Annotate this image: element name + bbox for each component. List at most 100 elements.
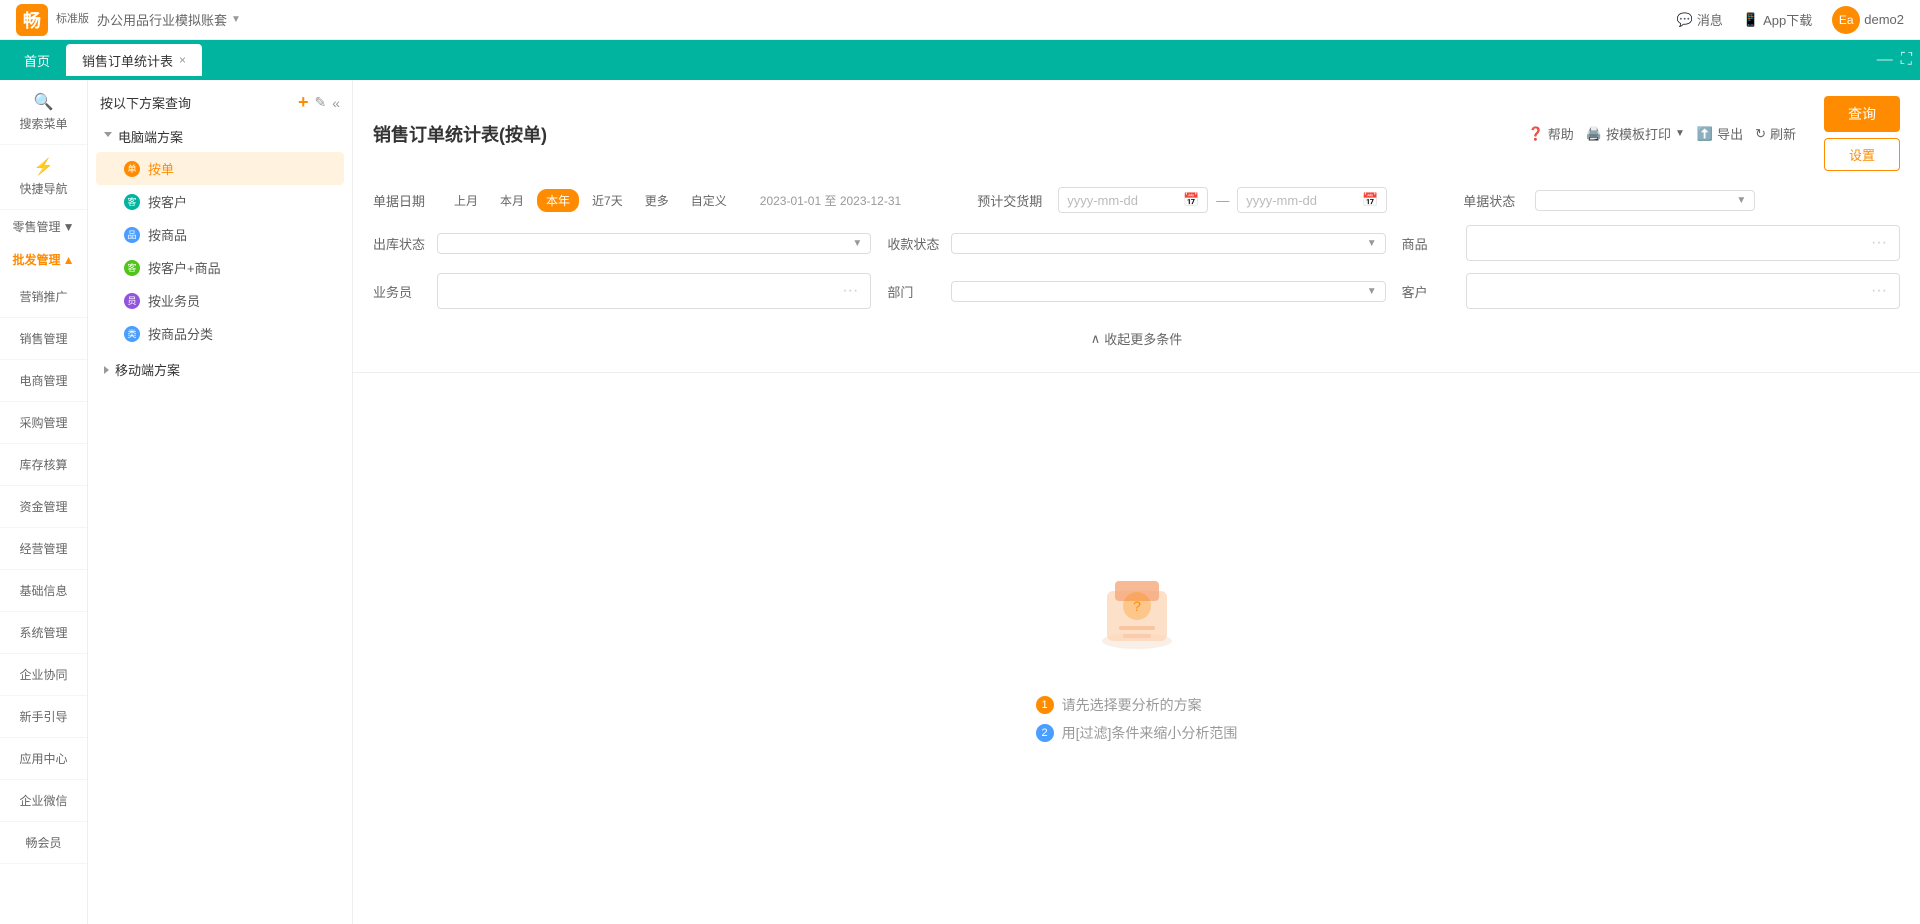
edit-scheme-btn[interactable]: ✎ [314,94,326,111]
search-button[interactable]: 查询 [1824,96,1900,132]
sidebar-item-purchase[interactable]: 采购管理 [0,402,87,444]
window-maximize-icon[interactable]: ⛶ [1901,51,1912,69]
top-bar-left: 畅 标准版 办公用品行业模拟账套 ▼ [16,4,241,36]
scheme-icon-order: 单 [124,161,140,177]
tab-home[interactable]: 首页 [8,44,66,76]
left-panel-header: 按以下方案查询 + ✎ « [88,92,352,121]
sidebar-item-wholesale[interactable]: 批发管理 ▲ [0,243,87,276]
collapse-panel-btn[interactable]: « [332,95,340,111]
date-range-text: 2023-01-01 至 2023-12-31 [760,192,901,209]
scheme-item-by-salesperson[interactable]: 员 按业务员 [96,284,344,317]
sidebar-item-sales[interactable]: 销售管理 [0,318,87,360]
scheme-item-by-customer-product[interactable]: 客 按客户+商品 [96,251,344,284]
outbound-status-select[interactable]: ▼ [437,233,871,254]
avatar: Ea [1832,6,1860,34]
tab-sales-order-stats[interactable]: 销售订单统计表 × [66,44,202,76]
sidebar-item-operations[interactable]: 经营管理 [0,528,87,570]
tab-close-icon[interactable]: × [179,53,186,67]
scheme-list: 电脑端方案 单 按单 客 按客户 品 按商品 [88,121,352,385]
collapse-icon: ∧ [1091,331,1101,347]
search-menu-icon: 🔍 [8,92,79,112]
customer-input-wrapper: ··· [1466,273,1900,309]
sidebar-item-app-center[interactable]: 应用中心 [0,738,87,780]
template-print-btn[interactable]: 🖨️ 按模板打印 ▼ [1586,124,1685,143]
refresh-btn[interactable]: ↻ 刷新 [1755,124,1796,143]
goods-label: 商品 [1402,234,1458,253]
expected-delivery-start[interactable]: yyyy-mm-dd 📅 [1058,187,1208,213]
add-scheme-btn[interactable]: + [298,92,309,113]
user-profile[interactable]: Ea demo2 [1832,6,1904,34]
tab-bar: 首页 销售订单统计表 × — ⛶ [0,40,1920,80]
scheme-item-by-order[interactable]: 单 按单 [96,152,344,185]
scheme-item-by-product[interactable]: 品 按商品 [96,218,344,251]
quick-nav-icon: ⚡ [8,157,79,177]
sidebar-item-wechat[interactable]: 企业微信 [0,780,87,822]
scheme-icon-customer-product: 客 [124,260,140,276]
settings-button[interactable]: 设置 [1824,138,1900,171]
date-btn-last-7-days[interactable]: 近7天 [583,189,632,212]
sidebar-item-system[interactable]: 系统管理 [0,612,87,654]
app-download-btn[interactable]: 📱 App下载 [1743,10,1812,29]
salesperson-more-icon[interactable]: ··· [838,278,862,304]
salesperson-label: 业务员 [373,282,429,301]
date-btn-custom[interactable]: 自定义 [682,189,736,212]
expected-delivery-end[interactable]: yyyy-mm-dd 📅 [1237,187,1387,213]
sidebar-item-quick-nav[interactable]: ⚡ 快捷导航 [0,145,87,210]
export-icon: ⬆️ [1697,126,1713,142]
export-btn[interactable]: ⬆️ 导出 [1697,124,1743,143]
sidebar-item-inventory[interactable]: 库存核算 [0,444,87,486]
date-btn-this-year[interactable]: 本年 [537,189,579,212]
sidebar-item-marketing[interactable]: 营销推广 [0,276,87,318]
date-label: 单据日期 [373,191,429,210]
date-btn-last-month[interactable]: 上月 [445,189,487,212]
window-minimize-icon[interactable]: — [1877,51,1893,69]
message-icon: 💬 [1677,12,1693,28]
sidebar-item-ecommerce[interactable]: 电商管理 [0,360,87,402]
logo-icon: 畅 [16,4,48,36]
filter-col-goods: 商品 ··· [1402,225,1900,261]
goods-input[interactable]: ··· [1466,225,1900,261]
message-btn[interactable]: 💬 消息 [1677,10,1723,29]
payment-status-select[interactable]: ▼ [951,233,1385,254]
app-icon: 📱 [1743,12,1759,28]
sidebar: 🔍 搜索菜单 ⚡ 快捷导航 零售管理 ▼ 批发管理 ▲ 营销推广 销售管理 电商… [0,80,88,924]
scheme-group-desktop-header[interactable]: 电脑端方案 [96,121,344,152]
sidebar-item-finance[interactable]: 资金管理 [0,486,87,528]
refresh-icon: ↻ [1755,126,1766,142]
date-btn-more[interactable]: 更多 [636,189,678,212]
expected-delivery-label: 预计交货期 [977,191,1042,210]
scheme-item-by-category[interactable]: 类 按商品分类 [96,317,344,350]
filter-bar: 销售订单统计表(按单) ❓ 帮助 🖨️ 按模板打印 ▼ ⬆️ [353,80,1920,373]
company-selector[interactable]: 办公用品行业模拟账套 ▼ [97,10,241,29]
sidebar-item-enterprise[interactable]: 企业协同 [0,654,87,696]
print-dropdown-icon: ▼ [1675,128,1685,139]
scheme-icon-salesperson: 员 [124,293,140,309]
payment-dropdown-icon: ▼ [1367,238,1377,249]
scheme-item-by-customer[interactable]: 客 按客户 [96,185,344,218]
goods-more-icon[interactable]: ··· [1867,230,1891,256]
svg-text:?: ? [1133,598,1141,614]
sidebar-item-membership[interactable]: 畅会员 [0,822,87,864]
collapse-btn[interactable]: ∧ 收起更多条件 [1091,329,1183,348]
customer-more-icon[interactable]: ··· [1867,278,1891,304]
sidebar-item-newbie[interactable]: 新手引导 [0,696,87,738]
filter-title-row: 销售订单统计表(按单) ❓ 帮助 🖨️ 按模板打印 ▼ ⬆️ [373,96,1900,171]
top-bar: 畅 标准版 办公用品行业模拟账套 ▼ 💬 消息 📱 App下载 Ea demo2 [0,0,1920,40]
sidebar-item-basic[interactable]: 基础信息 [0,570,87,612]
filter-col-salesperson: 业务员 ··· [373,273,871,309]
scheme-icon-customer: 客 [124,194,140,210]
filter-actions: ❓ 帮助 🖨️ 按模板打印 ▼ ⬆️ 导出 ↻ [1528,96,1900,171]
dept-select[interactable]: ▼ [951,281,1385,302]
date-btn-this-month[interactable]: 本月 [491,189,533,212]
sidebar-item-retail[interactable]: 零售管理 ▼ [0,210,87,243]
date-separator: — [1216,193,1229,208]
group-collapse-icon [104,366,109,374]
customer-input[interactable]: ··· [1466,273,1900,309]
scheme-group-mobile-header[interactable]: 移动端方案 [96,354,344,385]
help-btn[interactable]: ❓ 帮助 [1528,124,1574,143]
salesperson-input[interactable]: ··· [437,273,871,309]
scheme-icon-product: 品 [124,227,140,243]
sidebar-item-search-menu[interactable]: 🔍 搜索菜单 [0,80,87,145]
order-status-select[interactable]: ▼ [1535,190,1755,211]
order-status-dropdown-icon: ▼ [1736,195,1746,206]
